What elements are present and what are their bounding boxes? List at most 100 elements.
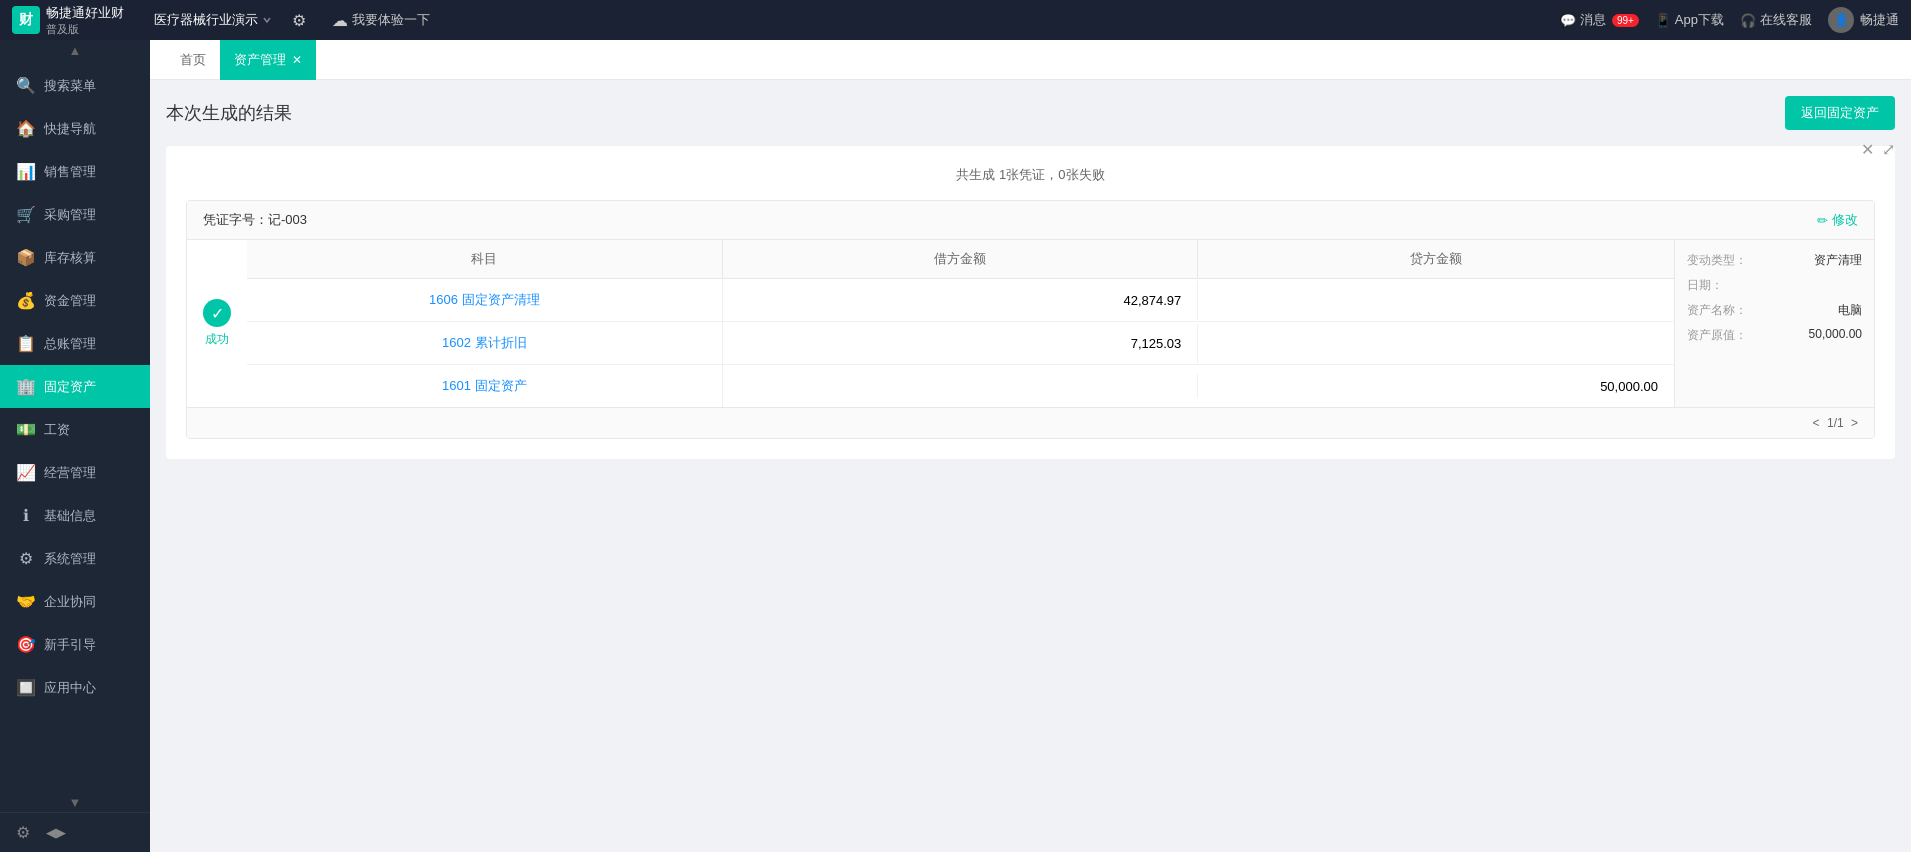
date-label: 日期： (1687, 277, 1723, 294)
sidebar-item-system[interactable]: ⚙ 系统管理 (0, 537, 150, 580)
sidebar-item-sales[interactable]: 📊 销售管理 (0, 150, 150, 193)
sidebar-item-purchase[interactable]: 🛒 采购管理 (0, 193, 150, 236)
sidebar-item-label: 快捷导航 (44, 120, 96, 138)
ledger-icon: 📋 (16, 334, 36, 353)
col-header-debit: 借方金额 (723, 240, 1199, 278)
app-center-icon: 🔲 (16, 678, 36, 697)
sidebar-item-label: 经营管理 (44, 464, 96, 482)
table-row: 1602 累计折旧 7,125.03 (247, 322, 1674, 365)
main-layout: ▲ 🔍 搜索菜单 🏠 快捷导航 📊 销售管理 🛒 采购管理 📦 库存核算 (0, 40, 1911, 852)
search-icon: 🔍 (16, 76, 36, 95)
debit-cell-2: 7,125.03 (723, 324, 1199, 363)
sidebar-collapse-icon[interactable]: ◀▶ (46, 825, 66, 840)
account-cell-1: 1606 固定资产清理 (247, 279, 723, 321)
edit-button[interactable]: ✏ 修改 (1817, 211, 1858, 229)
account-link-3[interactable]: 1601 固定资产 (442, 378, 527, 393)
company-selector[interactable]: 医疗器械行业演示 (154, 11, 272, 29)
sidebar-item-label: 系统管理 (44, 550, 96, 568)
page-title-row: 本次生成的结果 返回固定资产 (166, 96, 1895, 130)
sidebar-item-search[interactable]: 🔍 搜索菜单 (0, 64, 150, 107)
voucher-body: ✓ 成功 科目 借方金额 贷方金额 (187, 240, 1874, 407)
basic-info-icon: ℹ (16, 506, 36, 525)
result-panel: 共生成 1张凭证，0张失败 凭证字号：记-003 ✏ 修改 (166, 146, 1895, 459)
success-indicator: ✓ 成功 (187, 240, 247, 407)
sidebar-item-label: 总账管理 (44, 335, 96, 353)
inventory-icon: 📦 (16, 248, 36, 267)
credit-cell-1 (1198, 288, 1674, 312)
app-logo: 财 畅捷通好业财 普及版 (12, 4, 124, 37)
account-link-1[interactable]: 1606 固定资产清理 (429, 292, 540, 307)
sidebar-item-enterprise[interactable]: 🤝 企业协同 (0, 580, 150, 623)
info-row-date: 日期： (1687, 277, 1862, 294)
credit-cell-3: 50,000.00 (1198, 367, 1674, 406)
credit-cell-2 (1198, 331, 1674, 355)
tab-close-icon[interactable]: ✕ (292, 53, 302, 67)
sidebar-item-payroll[interactable]: 💵 工资 (0, 408, 150, 451)
app-title: 畅捷通好业财 普及版 (46, 4, 124, 37)
sidebar-item-ledger[interactable]: 📋 总账管理 (0, 322, 150, 365)
success-circle-icon: ✓ (203, 299, 231, 327)
close-panel-icon[interactable]: ✕ (1861, 140, 1874, 159)
success-text: 成功 (205, 331, 229, 348)
messages-button[interactable]: 💬 消息 99+ (1560, 11, 1639, 29)
user-info[interactable]: 👤 畅捷通 (1828, 7, 1899, 33)
account-cell-2: 1602 累计折旧 (247, 322, 723, 364)
sidebar-scroll-up[interactable]: ▲ (0, 40, 150, 60)
info-row-asset-name: 资产名称： 电脑 (1687, 302, 1862, 319)
next-page-icon[interactable]: > (1851, 416, 1858, 430)
sidebar-item-label: 搜索菜单 (44, 77, 96, 95)
prev-page-icon[interactable]: < (1813, 416, 1820, 430)
table-row: 1606 固定资产清理 42,874.97 (247, 279, 1674, 322)
account-cell-3: 1601 固定资产 (247, 365, 723, 407)
sidebar-item-label: 应用中心 (44, 679, 96, 697)
page-title: 本次生成的结果 (166, 101, 292, 125)
app-download-button[interactable]: 📱 App下载 (1655, 11, 1724, 29)
table-header: 科目 借方金额 贷方金额 (247, 240, 1674, 279)
purchase-icon: 🛒 (16, 205, 36, 224)
download-icon: 📱 (1655, 13, 1671, 28)
table-row: 1601 固定资产 50,000.00 (247, 365, 1674, 407)
top-header: 财 畅捷通好业财 普及版 医疗器械行业演示 ⚙ ☁ 我要体验一下 💬 消息 99… (0, 0, 1911, 40)
return-button[interactable]: 返回固定资产 (1785, 96, 1895, 130)
sidebar-item-quick-nav[interactable]: 🏠 快捷导航 (0, 107, 150, 150)
voucher-id: 凭证字号：记-003 (203, 211, 307, 229)
info-row-change-type: 变动类型： 资产清理 (1687, 252, 1862, 269)
sidebar-item-app-center[interactable]: 🔲 应用中心 (0, 666, 150, 709)
sidebar-item-label: 基础信息 (44, 507, 96, 525)
sidebar-item-label: 库存核算 (44, 249, 96, 267)
voucher-pagination: < 1/1 > (187, 407, 1874, 438)
sidebar-item-label: 固定资产 (44, 378, 96, 396)
sidebar-item-guide[interactable]: 🎯 新手引导 (0, 623, 150, 666)
sidebar-item-label: 工资 (44, 421, 70, 439)
sidebar-item-inventory[interactable]: 📦 库存核算 (0, 236, 150, 279)
col-header-credit: 贷方金额 (1198, 240, 1674, 278)
sidebar-settings-icon[interactable]: ⚙ (16, 823, 30, 842)
tab-home[interactable]: 首页 (166, 40, 220, 80)
debit-cell-1: 42,874.97 (723, 281, 1199, 320)
sidebar-items: 🔍 搜索菜单 🏠 快捷导航 📊 销售管理 🛒 采购管理 📦 库存核算 💰 (0, 60, 150, 792)
change-type-label: 变动类型： (1687, 252, 1747, 269)
sidebar-item-basic-info[interactable]: ℹ 基础信息 (0, 494, 150, 537)
result-summary: 共生成 1张凭证，0张失败 (186, 166, 1875, 184)
settings-icon[interactable]: ⚙ (292, 11, 306, 30)
sidebar-item-fixed-assets[interactable]: 🏢 固定资产 (0, 365, 150, 408)
sidebar-item-operations[interactable]: 📈 经营管理 (0, 451, 150, 494)
tab-asset-mgmt[interactable]: 资产管理 ✕ (220, 40, 316, 80)
sidebar-scroll-down[interactable]: ▼ (0, 792, 150, 812)
voucher-header: 凭证字号：记-003 ✏ 修改 (187, 201, 1874, 240)
edit-icon: ✏ (1817, 213, 1828, 228)
finance-icon: 💰 (16, 291, 36, 310)
expand-panel-icon[interactable]: ⤢ (1882, 140, 1895, 159)
account-link-2[interactable]: 1602 累计折旧 (442, 335, 527, 350)
sidebar-item-finance[interactable]: 💰 资金管理 (0, 279, 150, 322)
tab-bar: 首页 资产管理 ✕ (150, 40, 1911, 80)
sidebar-item-label: 采购管理 (44, 206, 96, 224)
page-content: ✕ ⤢ 本次生成的结果 返回固定资产 共生成 1张凭证，0张失败 凭证字号：记-… (150, 80, 1911, 852)
guide-icon: 🎯 (16, 635, 36, 654)
system-icon: ⚙ (16, 549, 36, 568)
sidebar-item-label: 企业协同 (44, 593, 96, 611)
online-service-button[interactable]: 🎧 在线客服 (1740, 11, 1812, 29)
sidebar-item-label: 销售管理 (44, 163, 96, 181)
asset-name-label: 资产名称： (1687, 302, 1747, 319)
trial-button[interactable]: ☁ 我要体验一下 (332, 11, 430, 30)
